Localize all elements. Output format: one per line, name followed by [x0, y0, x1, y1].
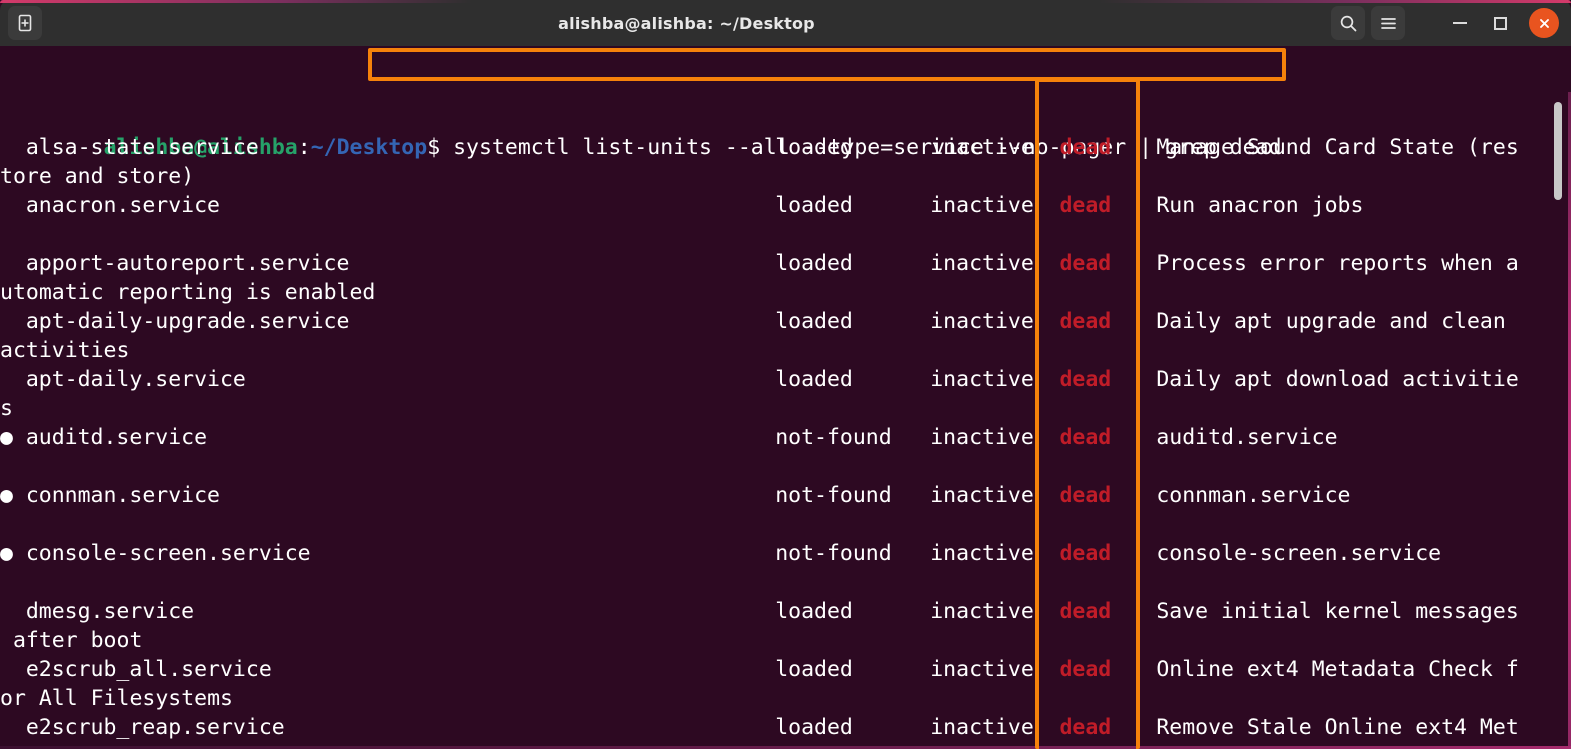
new-tab-icon [18, 14, 32, 32]
service-row: apt-daily-upgrade.service loaded inactive d… [0, 307, 1571, 336]
service-row: ● connman.service not-found inactive dead con… [0, 481, 1571, 510]
service-active-state: inactive [930, 135, 1034, 160]
service-row: ● console-screen.service not-found inactive… [0, 539, 1571, 568]
service-sub-state: dead [1059, 541, 1112, 566]
service-status-bullet-icon: ● [0, 541, 13, 566]
service-unit-name: auditd.service [25, 425, 208, 450]
service-sub-state: dead [1059, 599, 1112, 624]
service-row: dmesg.service loaded inactive dead Save init… [0, 597, 1571, 626]
service-description: auditd.service [1156, 425, 1338, 450]
service-load-state: not-found [775, 483, 892, 508]
close-button[interactable] [1529, 8, 1559, 38]
service-row: apport-autoreport.service loaded inactive d… [0, 249, 1571, 278]
service-active-state: inactive [930, 193, 1034, 218]
service-description: connman.service [1156, 483, 1351, 508]
service-active-state: inactive [930, 483, 1034, 508]
service-unit-name: apt-daily.service [25, 367, 246, 392]
service-load-state: loaded [775, 193, 853, 218]
service-status-bullet-icon: ● [0, 483, 13, 508]
service-active-state: inactive [930, 715, 1034, 740]
wrapped-description-text: utomatic reporting is enabled [0, 280, 376, 305]
hamburger-menu-icon [1380, 17, 1396, 29]
service-unit-name: console-screen.service [25, 541, 311, 566]
service-active-state: inactive [930, 367, 1034, 392]
service-load-state: loaded [775, 309, 853, 334]
new-tab-button[interactable] [8, 6, 42, 40]
service-sub-state: dead [1059, 309, 1112, 334]
service-description: Remove Stale Online ext4 Met [1156, 715, 1519, 740]
service-sub-state: dead [1059, 367, 1112, 392]
minimize-button[interactable] [1443, 6, 1477, 40]
wrapped-description-text: or All Filesystems [0, 686, 233, 711]
terminal-scrollbar-thumb[interactable] [1554, 102, 1562, 200]
service-row: e2scrub_reap.service loaded inactive dead Re… [0, 713, 1571, 742]
service-row: e2scrub_all.service loaded inactive dead Onl… [0, 655, 1571, 684]
service-sub-state: dead [1059, 193, 1112, 218]
service-unit-name: apport-autoreport.service [25, 251, 350, 276]
service-description: Daily apt download activitie [1156, 367, 1519, 392]
minimize-icon [1453, 22, 1467, 24]
service-load-state: not-found [775, 425, 892, 450]
service-status-bullet-icon: ● [0, 425, 13, 450]
maximize-icon [1493, 16, 1507, 30]
terminal-scrollbar-track[interactable] [1554, 50, 1567, 747]
close-icon [1539, 18, 1549, 28]
service-unit-name: e2scrub_all.service [25, 657, 272, 682]
service-description: Save initial kernel messages [1156, 599, 1519, 624]
window-controls [1331, 6, 1563, 40]
window-title: alishba@alishba: ~/Desktop [558, 13, 815, 33]
wrapped-description-text: tore and store) [0, 164, 195, 189]
service-description: console-screen.service [1156, 541, 1442, 566]
service-load-state: loaded [775, 251, 853, 276]
service-unit-name: connman.service [25, 483, 220, 508]
service-description: Run anacron jobs [1156, 193, 1364, 218]
prompt-line: alishba@alishba:~/Desktop$ systemctl lis… [0, 104, 1282, 160]
service-load-state: loaded [775, 367, 853, 392]
service-load-state: not-found [775, 541, 892, 566]
service-row: alsa-state.service loaded inactive dead Mana… [0, 133, 1571, 162]
service-active-state: inactive [930, 541, 1034, 566]
service-sub-state: dead [1059, 657, 1112, 682]
service-description: Daily apt upgrade and clean [1156, 309, 1506, 334]
service-active-state: inactive [930, 251, 1034, 276]
service-unit-name: alsa-state.service [25, 135, 259, 160]
service-load-state: loaded [775, 657, 853, 682]
service-row: anacron.service loaded inactive dead Run ana… [0, 191, 1571, 220]
terminal-text: alishba@alishba:~/Desktop$ systemctl lis… [0, 104, 1571, 749]
service-description: Manage Sound Card State (res [1156, 135, 1519, 160]
service-sub-state: dead [1059, 425, 1112, 450]
service-sub-state: dead [1059, 715, 1112, 740]
search-button[interactable] [1331, 6, 1365, 40]
wrapped-description-text: s [0, 396, 13, 421]
service-sub-state: dead [1059, 251, 1112, 276]
service-load-state: loaded [775, 135, 853, 160]
service-row: apt-daily.service loaded inactive dead Daily… [0, 365, 1571, 394]
wrapped-description-text: after boot [0, 628, 143, 653]
service-active-state: inactive [930, 599, 1034, 624]
search-icon [1340, 15, 1356, 31]
service-active-state: inactive [930, 657, 1034, 682]
wrapped-description-text: activities [0, 338, 130, 363]
terminal-window: alishba@alishba: ~/Desktop alishba@alish… [0, 0, 1571, 749]
service-description: Online ext4 Metadata Check f [1156, 657, 1519, 682]
service-load-state: loaded [775, 599, 853, 624]
service-unit-name: dmesg.service [25, 599, 195, 624]
service-unit-name: e2scrub_reap.service [25, 715, 285, 740]
service-active-state: inactive [930, 309, 1034, 334]
terminal-output-area[interactable]: alishba@alishba:~/Desktop$ systemctl lis… [0, 46, 1571, 749]
service-sub-state: dead [1059, 483, 1112, 508]
service-unit-name: anacron.service [25, 193, 220, 218]
service-description: Process error reports when a [1156, 251, 1519, 276]
service-active-state: inactive [930, 425, 1034, 450]
service-row: ● auditd.service not-found inactive dead audi… [0, 423, 1571, 452]
service-sub-state: dead [1059, 135, 1112, 160]
maximize-button[interactable] [1483, 6, 1517, 40]
title-bar: alishba@alishba: ~/Desktop [0, 0, 1571, 46]
menu-button[interactable] [1371, 6, 1405, 40]
service-unit-name: apt-daily-upgrade.service [25, 309, 350, 334]
service-load-state: loaded [775, 715, 853, 740]
